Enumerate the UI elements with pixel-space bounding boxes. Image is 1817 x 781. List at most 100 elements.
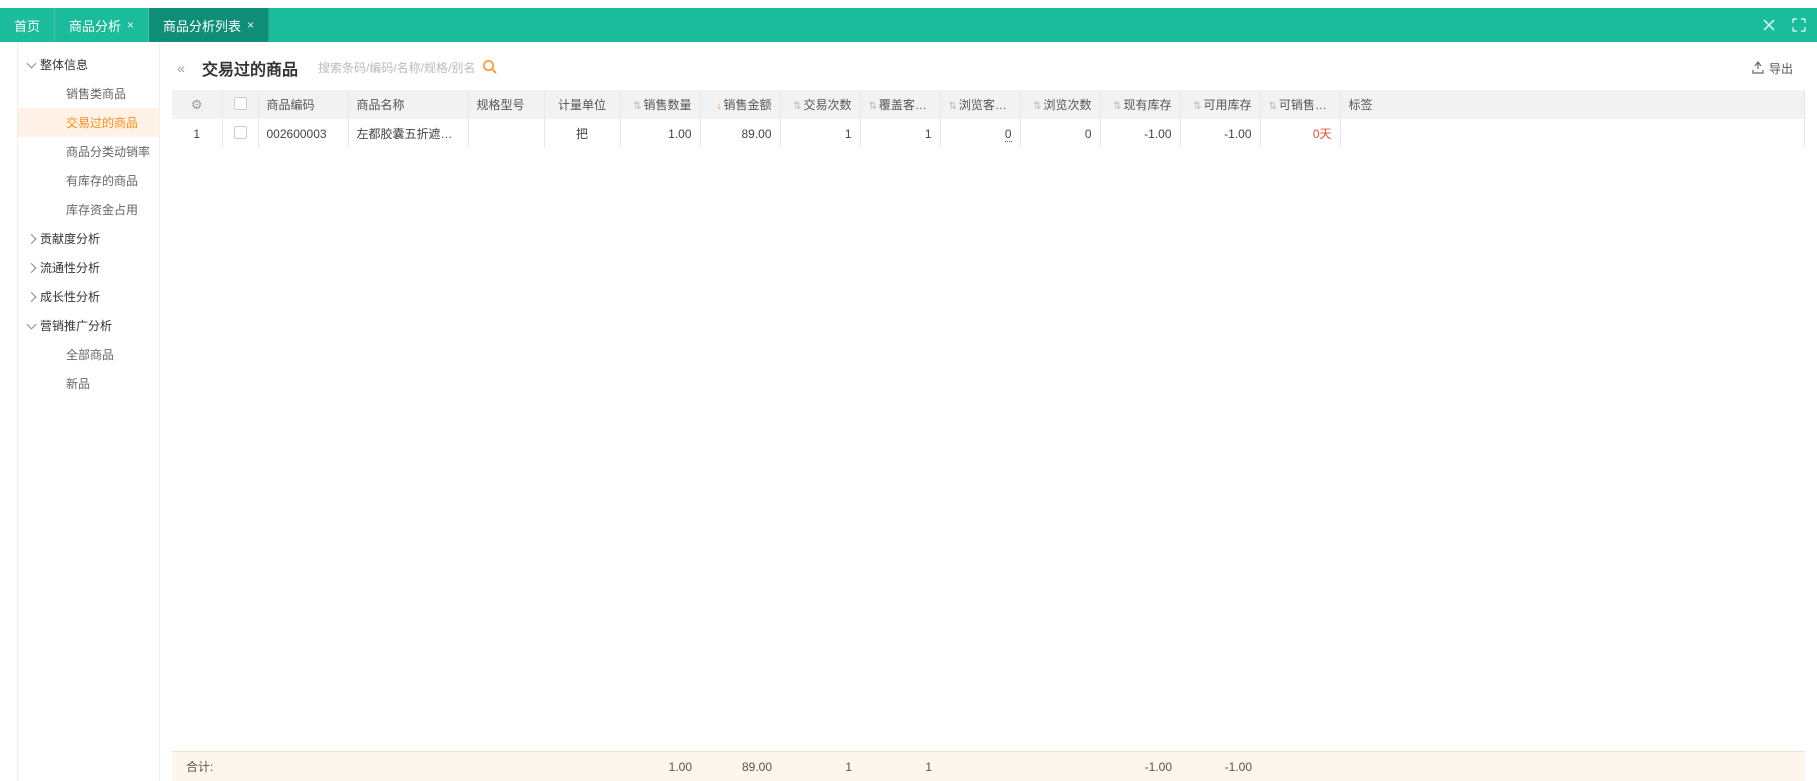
nav-label: 有库存的商品 (66, 172, 138, 189)
nav-item-new-products[interactable]: 新品 (18, 369, 159, 398)
main-area: 整体信息 销售类商品 交易过的商品 商品分类动销率 有库存的商品 库存资金占用 … (0, 42, 1817, 781)
footer-cust-cover: 1 (860, 752, 940, 781)
cell-code: 002600003 (258, 119, 348, 148)
fullscreen-icon[interactable] (1789, 15, 1809, 35)
sidebar: 整体信息 销售类商品 交易过的商品 商品分类动销率 有库存的商品 库存资金占用 … (18, 42, 160, 781)
nav-label: 全部商品 (66, 346, 114, 363)
table-row[interactable]: 1 002600003 左都胶囊五折遮阳伞防晒伞 把 1.00 89.00 1 … (172, 119, 1805, 148)
col-name[interactable]: 商品名称 (348, 90, 468, 119)
table-header-row: ⚙ 商品编码 商品名称 规格型号 计量单位 销售数量 销售金额 交易次数 覆盖客… (172, 90, 1805, 119)
footer-amount: 89.00 (700, 752, 780, 781)
col-unit[interactable]: 计量单位 (544, 90, 620, 119)
nav-label: 新品 (66, 375, 90, 392)
search-icon[interactable] (482, 59, 497, 77)
row-index: 1 (172, 119, 222, 148)
nav-item-traded-products[interactable]: 交易过的商品 (18, 108, 159, 137)
col-settings[interactable]: ⚙ (172, 90, 222, 119)
footer-row: 合计: 1.00 89.00 1 1 -1.00 -1.00 (172, 752, 1805, 781)
export-icon (1751, 61, 1765, 75)
col-qty[interactable]: 销售数量 (620, 90, 700, 119)
footer-stock-now: -1.00 (1100, 752, 1180, 781)
col-tag[interactable]: 标签 (1340, 90, 1805, 119)
gear-icon: ⚙ (191, 97, 203, 112)
nav-item-inventory-funds[interactable]: 库存资金占用 (18, 195, 159, 224)
cell-spec (468, 119, 544, 148)
page-title: 交易过的商品 (202, 56, 298, 80)
tab-bar: 首页 商品分析 × 商品分析列表 × (0, 8, 1817, 42)
cell-stock-now: -1.00 (1100, 119, 1180, 148)
nav-label: 整体信息 (40, 56, 88, 73)
close-window-icon[interactable] (1759, 15, 1779, 35)
nav-group-overall[interactable]: 整体信息 (18, 50, 159, 79)
content-header: « 交易过的商品 导出 (160, 42, 1817, 90)
cell-stock-avail: -1.00 (1180, 119, 1260, 148)
footer-tx-count: 1 (780, 752, 860, 781)
col-cust-cover[interactable]: 覆盖客户数 (860, 90, 940, 119)
cell-view-count: 0 (1020, 119, 1100, 148)
footer-label: 合计: (172, 752, 222, 781)
col-view-cust[interactable]: 浏览客户数 (940, 90, 1020, 119)
nav-group-growth[interactable]: 成长性分析 (18, 282, 159, 311)
nav-label: 成长性分析 (40, 288, 100, 305)
nav-item-in-stock[interactable]: 有库存的商品 (18, 166, 159, 195)
close-icon[interactable]: × (127, 18, 134, 32)
col-stock-avail[interactable]: 可用库存 (1180, 90, 1260, 119)
nav-group-circulation[interactable]: 流通性分析 (18, 253, 159, 282)
table-footer: 合计: 1.00 89.00 1 1 -1.00 -1.00 (172, 751, 1805, 781)
col-tx-count[interactable]: 交易次数 (780, 90, 860, 119)
checkbox-icon (234, 126, 247, 139)
footer-stock-avail: -1.00 (1180, 752, 1260, 781)
collapse-sidebar-icon[interactable]: « (172, 59, 190, 77)
export-button[interactable]: 导出 (1751, 60, 1793, 77)
nav-group-marketing[interactable]: 营销推广分析 (18, 311, 159, 340)
nav-label: 营销推广分析 (40, 317, 112, 334)
search-box (316, 57, 497, 79)
cell-tx-count: 1 (780, 119, 860, 148)
row-checkbox[interactable] (222, 119, 258, 148)
tab-label: 首页 (14, 16, 40, 35)
nav-group-contribution[interactable]: 贡献度分析 (18, 224, 159, 253)
tab-home[interactable]: 首页 (0, 8, 55, 42)
col-view-count[interactable]: 浏览次数 (1020, 90, 1100, 119)
top-spacer (0, 0, 1817, 8)
cell-value: 0 (1005, 127, 1012, 142)
col-code[interactable]: 商品编码 (258, 90, 348, 119)
cell-amount: 89.00 (700, 119, 780, 148)
titlebar-actions (1759, 8, 1817, 42)
table-container: ⚙ 商品编码 商品名称 规格型号 计量单位 销售数量 销售金额 交易次数 覆盖客… (160, 90, 1817, 781)
cell-name: 左都胶囊五折遮阳伞防晒伞 (348, 119, 468, 148)
nav-label: 销售类商品 (66, 85, 126, 102)
nav-item-all-products[interactable]: 全部商品 (18, 340, 159, 369)
cell-sell-days: 0天 (1260, 119, 1340, 148)
footer-qty: 1.00 (620, 752, 700, 781)
nav-label: 库存资金占用 (66, 201, 138, 218)
col-amount[interactable]: 销售金额 (700, 90, 780, 119)
nav-label: 流通性分析 (40, 259, 100, 276)
cell-unit: 把 (544, 119, 620, 148)
nav-item-sales-products[interactable]: 销售类商品 (18, 79, 159, 108)
nav-label: 交易过的商品 (66, 114, 138, 131)
checkbox-icon (234, 97, 247, 110)
tab-label: 商品分析列表 (163, 16, 241, 35)
content: « 交易过的商品 导出 ⚙ 商品 (160, 42, 1817, 781)
sidebar-gutter (0, 42, 18, 781)
export-label: 导出 (1769, 60, 1793, 77)
nav-label: 商品分类动销率 (66, 143, 150, 160)
tab-product-analysis-list[interactable]: 商品分析列表 × (149, 8, 269, 42)
nav-item-category-turnover[interactable]: 商品分类动销率 (18, 137, 159, 166)
footer-text: 合计: (186, 760, 213, 774)
tab-label: 商品分析 (69, 16, 121, 35)
search-input[interactable] (316, 57, 476, 79)
col-stock-now[interactable]: 现有库存 (1100, 90, 1180, 119)
data-table: ⚙ 商品编码 商品名称 规格型号 计量单位 销售数量 销售金额 交易次数 覆盖客… (172, 90, 1805, 148)
col-sell-days[interactable]: 可销售天数 (1260, 90, 1340, 119)
cell-qty: 1.00 (620, 119, 700, 148)
close-icon[interactable]: × (247, 18, 254, 32)
tab-product-analysis[interactable]: 商品分析 × (55, 8, 149, 42)
cell-tag (1340, 119, 1805, 148)
col-checkbox-all[interactable] (222, 90, 258, 119)
cell-view-cust[interactable]: 0 (940, 119, 1020, 148)
col-spec[interactable]: 规格型号 (468, 90, 544, 119)
cell-cust-cover: 1 (860, 119, 940, 148)
nav-label: 贡献度分析 (40, 230, 100, 247)
